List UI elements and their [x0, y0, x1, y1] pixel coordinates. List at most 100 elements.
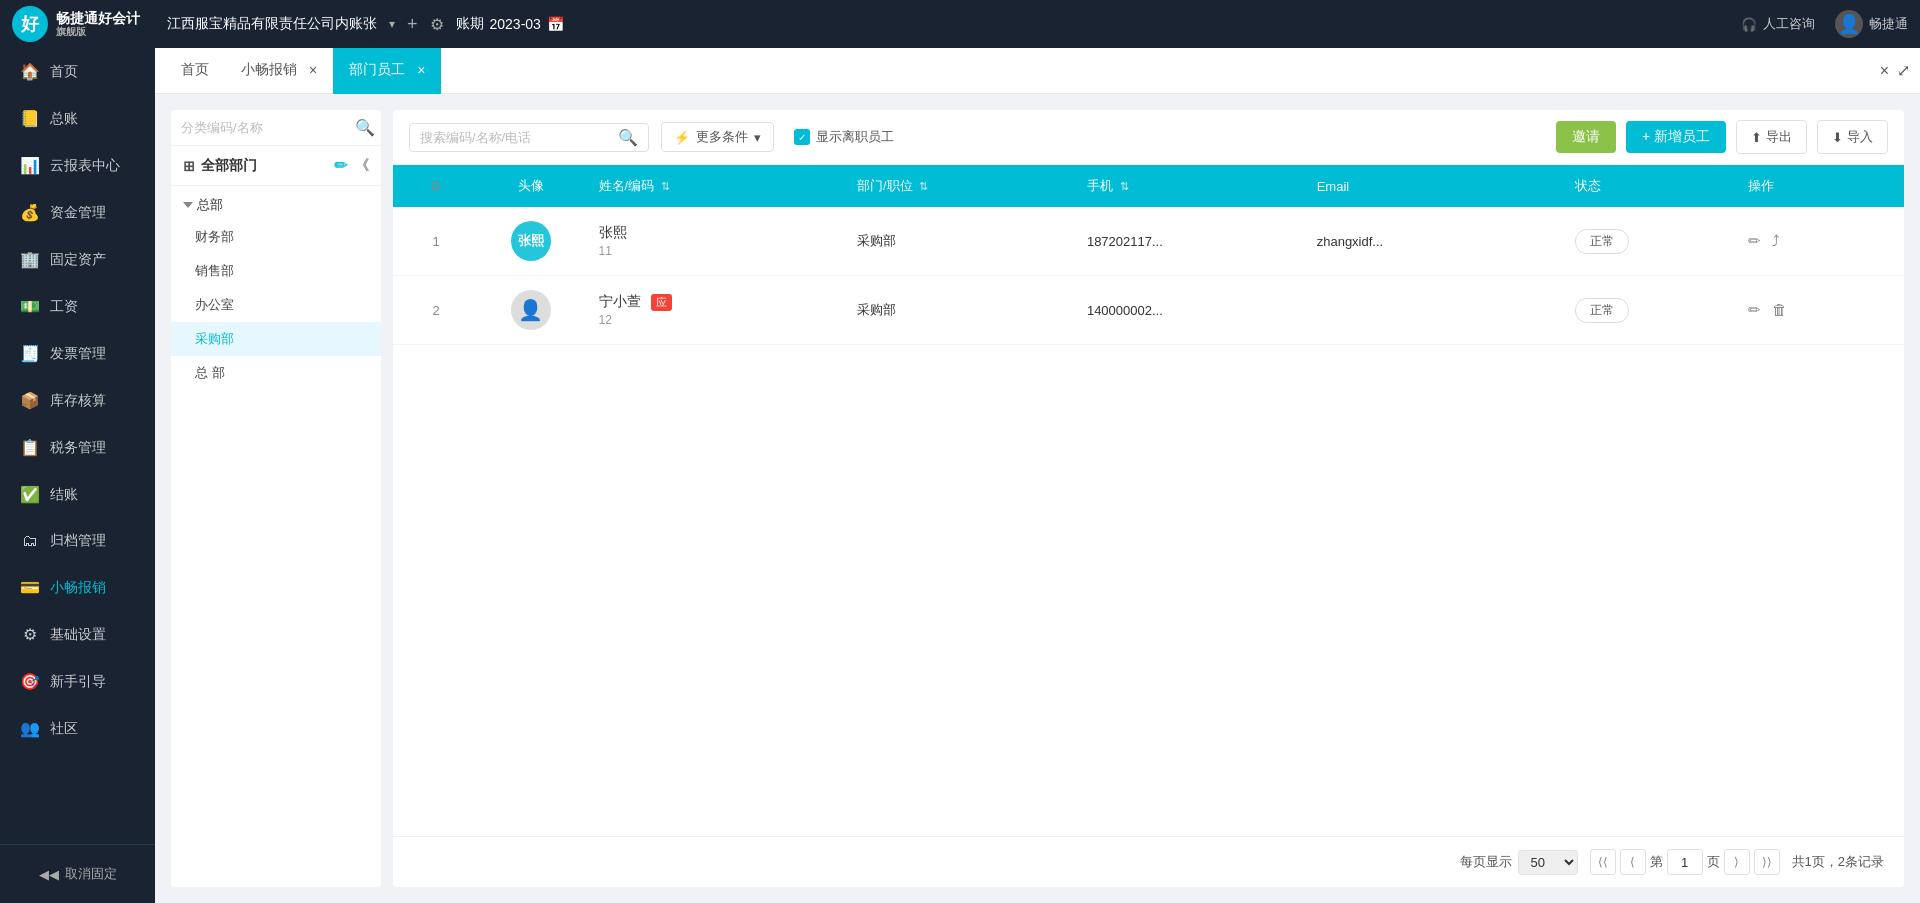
tab-dept-employee[interactable]: 部门员工 × — [333, 48, 441, 94]
sidebar-item-archive[interactable]: 🗂 归档管理 — [0, 518, 155, 564]
sidebar-item-archive-label: 归档管理 — [50, 532, 106, 550]
col-header-settings[interactable]: ⚙ — [393, 165, 479, 207]
sidebar-item-close[interactable]: ✅ 结账 — [0, 471, 155, 518]
sidebar-item-expense[interactable]: 💳 小畅报销 — [0, 564, 155, 611]
tab-expense-close[interactable]: × — [309, 62, 317, 78]
dept-search-input[interactable] — [181, 120, 349, 135]
edit-icon[interactable]: ✏ — [1748, 301, 1761, 318]
avatar: 👤 — [511, 290, 551, 330]
cancel-fixed-button[interactable]: ◀◀ 取消固定 — [0, 855, 155, 893]
status-badge: 正常 — [1575, 229, 1629, 254]
content-area: 首页 小畅报销 × 部门员工 × × ⤢ 🔍 — [155, 48, 1920, 903]
invite-button[interactable]: 邀请 — [1556, 121, 1616, 153]
topbar: 好 畅捷通好会计 旗舰版 江西服宝精品有限责任公司内账张 ▾ + ⚙ 账期 20… — [0, 0, 1920, 48]
edit-dept-icon[interactable]: ✏ — [334, 156, 347, 175]
topbar-company: 江西服宝精品有限责任公司内账张 ▾ + ⚙ 账期 2023-03 📅 — [167, 14, 1741, 35]
add-company-icon[interactable]: + — [407, 14, 418, 35]
col-header-avatar: 头像 — [479, 165, 582, 207]
sidebar-item-community[interactable]: 👥 社区 — [0, 705, 155, 752]
employee-search-input[interactable] — [420, 130, 612, 145]
period-label: 账期 2023-03 📅 — [456, 15, 564, 33]
sidebar-item-funds[interactable]: 💰 资金管理 — [0, 189, 155, 236]
show-left-employees: ✓ 显示离职员工 — [794, 128, 894, 146]
close-window-btn[interactable]: × — [1880, 62, 1889, 80]
sidebar-item-home[interactable]: 🏠 首页 — [0, 48, 155, 95]
row-avatar: 👤 — [479, 276, 582, 345]
sidebar-item-ledger-label: 总账 — [50, 110, 78, 128]
export-button[interactable]: ⬆ 导出 — [1736, 120, 1807, 154]
sidebar-item-salary[interactable]: 💵 工资 — [0, 283, 155, 330]
import-button[interactable]: ⬇ 导入 — [1817, 120, 1888, 154]
dept-item-finance[interactable]: 财务部 — [171, 220, 381, 254]
sidebar-item-inventory[interactable]: 📦 库存核算 — [0, 377, 155, 424]
delete-icon[interactable]: 🗑 — [1772, 301, 1787, 318]
dept-item-hq[interactable]: 总 部 — [171, 356, 381, 390]
tab-expense[interactable]: 小畅报销 × — [225, 48, 333, 94]
sidebar-item-community-label: 社区 — [50, 720, 78, 738]
add-employee-button[interactable]: + 新增员工 — [1626, 121, 1726, 153]
collapse-btn[interactable]: 《 — [355, 157, 369, 175]
prev-page-btn[interactable]: ⟨ — [1620, 849, 1646, 875]
page-number-input[interactable] — [1667, 849, 1703, 875]
cancel-fixed-icon: ◀◀ — [39, 867, 59, 882]
dept-search-icon[interactable]: 🔍 — [355, 118, 375, 137]
row-dept: 采购部 — [841, 207, 1071, 276]
dept-item-office[interactable]: 办公室 — [171, 288, 381, 322]
sidebar-item-reports[interactable]: 📊 云报表中心 — [0, 142, 155, 189]
sidebar-item-ledger[interactable]: 📒 总账 — [0, 95, 155, 142]
dept-group-headquarters[interactable]: 总部 — [171, 190, 381, 220]
sidebar-item-invoice[interactable]: 🧾 发票管理 — [0, 330, 155, 377]
expand-window-btn[interactable]: ⤢ — [1897, 61, 1910, 80]
calendar-icon[interactable]: 📅 — [547, 16, 564, 32]
last-page-btn[interactable]: ⟩⟩ — [1754, 849, 1780, 875]
col-header-email: Email — [1301, 165, 1560, 207]
dept-search: 🔍 — [171, 110, 381, 146]
all-dept[interactable]: ⊞ 全部部门 — [183, 157, 257, 175]
filter-button[interactable]: ⚡ 更多条件 ▾ — [661, 122, 774, 152]
next-page-btn[interactable]: ⟩ — [1724, 849, 1750, 875]
edit-icon[interactable]: ✏ — [1748, 232, 1761, 249]
sidebar-item-close-label: 结账 — [50, 486, 78, 504]
row-num: 1 — [393, 207, 479, 276]
sidebar-item-tax[interactable]: 📋 税务管理 — [0, 424, 155, 471]
dept-tree-header: ⊞ 全部部门 ✏ 《 — [171, 146, 381, 186]
sidebar-item-guide[interactable]: 🎯 新手引导 — [0, 658, 155, 705]
row-email — [1301, 276, 1560, 345]
logout-icon[interactable]: ⤴ — [1772, 232, 1780, 249]
logo: 好 畅捷通好会计 旗舰版 — [12, 6, 167, 42]
consult-button[interactable]: 🎧 人工咨询 — [1741, 15, 1815, 33]
company-dropdown-icon[interactable]: ▾ — [389, 17, 395, 31]
dept-item-sales[interactable]: 销售部 — [171, 254, 381, 288]
table-row: 2 👤 宁小萱应 12 采购部 140000002... 正常 ✏ 🗑 — [393, 276, 1904, 345]
settings-icon[interactable]: ⚙ — [430, 15, 444, 34]
logo-text: 畅捷通好会计 旗舰版 — [56, 10, 140, 39]
topbar-right: 🎧 人工咨询 👤 畅捷通 — [1741, 10, 1908, 38]
sidebar-item-basic-settings[interactable]: ⚙ 基础设置 — [0, 611, 155, 658]
invoice-icon: 🧾 — [20, 344, 40, 363]
col-header-dept[interactable]: 部门/职位 ⇅ — [841, 165, 1071, 207]
user-menu[interactable]: 👤 畅捷通 — [1835, 10, 1908, 38]
employee-search-box: 🔍 — [409, 123, 649, 152]
dept-item-purchasing[interactable]: 采购部 — [171, 322, 381, 356]
sidebar-item-home-label: 首页 — [50, 63, 78, 81]
tab-dept-employee-close[interactable]: × — [417, 62, 425, 78]
sidebar-item-assets[interactable]: 🏢 固定资产 — [0, 236, 155, 283]
sidebar-item-assets-label: 固定资产 — [50, 251, 106, 269]
tax-icon: 📋 — [20, 438, 40, 457]
tab-expense-label: 小畅报销 — [241, 61, 297, 79]
col-header-status: 状态 — [1559, 165, 1731, 207]
community-icon: 👥 — [20, 719, 40, 738]
status-badge: 应 — [651, 294, 672, 311]
tab-home[interactable]: 首页 — [165, 48, 225, 94]
col-header-phone[interactable]: 手机 ⇅ — [1071, 165, 1301, 207]
first-page-btn[interactable]: ⟨⟨ — [1590, 849, 1616, 875]
show-left-checkbox[interactable]: ✓ — [794, 129, 810, 145]
dept-item-office-label: 办公室 — [195, 296, 234, 314]
logo-icon: 好 — [12, 6, 48, 42]
page-size-select[interactable]: 50 10 20 100 — [1518, 850, 1578, 875]
sidebar-item-guide-label: 新手引导 — [50, 673, 106, 691]
sidebar-item-basic-settings-label: 基础设置 — [50, 626, 106, 644]
page-content: 🔍 ⊞ 全部部门 ✏ 《 总部 — [155, 94, 1920, 903]
col-header-name[interactable]: 姓名/编码 ⇅ — [583, 165, 842, 207]
employee-search-icon[interactable]: 🔍 — [618, 128, 638, 147]
